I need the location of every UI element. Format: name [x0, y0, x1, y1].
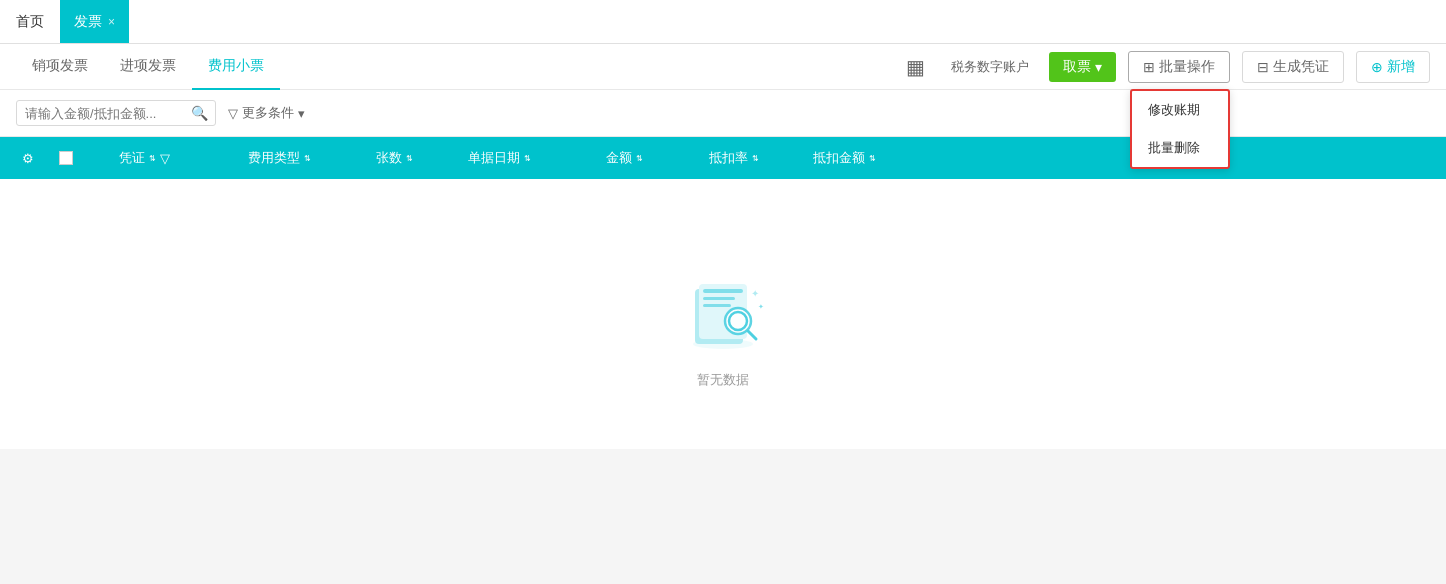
th-expense-type[interactable]: 费用类型 ⇅	[204, 149, 354, 167]
qupiao-button[interactable]: 取票 ▾	[1049, 52, 1116, 82]
search-wrap: 🔍	[16, 100, 216, 126]
add-icon: ⊕	[1371, 59, 1383, 75]
tax-account-button[interactable]: 税务数字账户	[943, 58, 1037, 76]
svg-rect-3	[703, 289, 743, 293]
qr-button[interactable]: ▦	[899, 51, 931, 83]
svg-rect-5	[703, 304, 731, 307]
tab-jinxiang[interactable]: 进项发票	[104, 44, 192, 90]
sort-arrows-deduct-amount: ⇅	[869, 154, 876, 163]
dropdown-item-batch-delete[interactable]: 批量删除	[1132, 129, 1228, 167]
sort-arrows-voucher: ⇅	[149, 154, 156, 163]
empty-state: ✦ ✦ 暂无数据	[0, 179, 1446, 449]
th-expense-label: 费用类型	[248, 149, 300, 167]
sub-nav-right: ▦ 税务数字账户 取票 ▾ ⊞ 批量操作 修改账期 批量删除 ⊟ 生成凭证 ⊕ …	[899, 51, 1430, 83]
batch-operation-button[interactable]: ⊞ 批量操作	[1128, 51, 1230, 83]
sort-arrows-expense: ⇅	[304, 154, 311, 163]
th-checkbox[interactable]	[48, 151, 84, 165]
th-voucher-label: 凭证	[119, 149, 145, 167]
add-button[interactable]: ⊕ 新增	[1356, 51, 1430, 83]
svg-text:✦: ✦	[758, 303, 764, 310]
th-deduct-amount[interactable]: 抵扣金额 ⇅	[784, 149, 904, 167]
sort-arrows-date: ⇅	[524, 154, 531, 163]
add-label: 新增	[1387, 58, 1415, 76]
svg-text:✦: ✦	[751, 288, 759, 299]
th-voucher-extra: ▽	[160, 151, 170, 166]
qupiao-label: 取票	[1063, 58, 1091, 76]
more-filter-label: 更多条件	[242, 104, 294, 122]
th-deduct-rate-label: 抵扣率	[709, 149, 748, 167]
empty-illustration: ✦ ✦	[673, 259, 773, 359]
voucher-icon: ⊟	[1257, 59, 1269, 75]
dropdown-item-modify-period[interactable]: 修改账期	[1132, 91, 1228, 129]
tab-xiaoxiang[interactable]: 销项发票	[16, 44, 104, 90]
th-settings[interactable]: ⚙	[8, 151, 48, 166]
th-deduct-amount-label: 抵扣金额	[813, 149, 865, 167]
home-nav-item[interactable]: 首页	[0, 0, 60, 43]
th-voucher[interactable]: 凭证 ⇅ ▽	[84, 149, 204, 167]
filter-icon: ▽	[228, 106, 238, 121]
search-input[interactable]	[25, 106, 185, 121]
sort-arrows-count: ⇅	[406, 154, 413, 163]
voucher-label: 生成凭证	[1273, 58, 1329, 76]
th-date[interactable]: 单据日期 ⇅	[434, 149, 564, 167]
th-deduct-rate[interactable]: 抵扣率 ⇅	[684, 149, 784, 167]
th-amount[interactable]: 金额 ⇅	[564, 149, 684, 167]
sub-nav: 销项发票 进项发票 费用小票 ▦ 税务数字账户 取票 ▾ ⊞ 批量操作 修改账期…	[0, 44, 1446, 90]
qupiao-arrow: ▾	[1095, 59, 1102, 75]
th-amount-label: 金额	[606, 149, 632, 167]
invoice-tab-close[interactable]: ×	[108, 15, 115, 29]
sub-nav-left: 销项发票 进项发票 费用小票	[16, 44, 280, 89]
svg-line-8	[748, 331, 756, 339]
search-icon[interactable]: 🔍	[191, 105, 208, 121]
batch-button-wrapper: ⊞ 批量操作 修改账期 批量删除	[1128, 51, 1230, 83]
th-count[interactable]: 张数 ⇅	[354, 149, 434, 167]
invoice-tab[interactable]: 发票 ×	[60, 0, 129, 43]
top-nav: 首页 发票 ×	[0, 0, 1446, 44]
th-count-label: 张数	[376, 149, 402, 167]
header-checkbox[interactable]	[59, 151, 73, 165]
sort-arrows-amount: ⇅	[636, 154, 643, 163]
empty-text: 暂无数据	[697, 371, 749, 389]
batch-dropdown-menu: 修改账期 批量删除	[1130, 89, 1230, 169]
batch-label: 批量操作	[1159, 58, 1215, 76]
more-filter-button[interactable]: ▽ 更多条件 ▾	[228, 104, 305, 122]
th-date-label: 单据日期	[468, 149, 520, 167]
tab-feiyong[interactable]: 费用小票	[192, 44, 280, 90]
generate-voucher-button[interactable]: ⊟ 生成凭证	[1242, 51, 1344, 83]
sort-arrows-deduct-rate: ⇅	[752, 154, 759, 163]
invoice-tab-label: 发票	[74, 13, 102, 31]
filter-arrow: ▾	[298, 106, 305, 121]
batch-icon: ⊞	[1143, 59, 1155, 75]
svg-rect-4	[703, 297, 735, 300]
